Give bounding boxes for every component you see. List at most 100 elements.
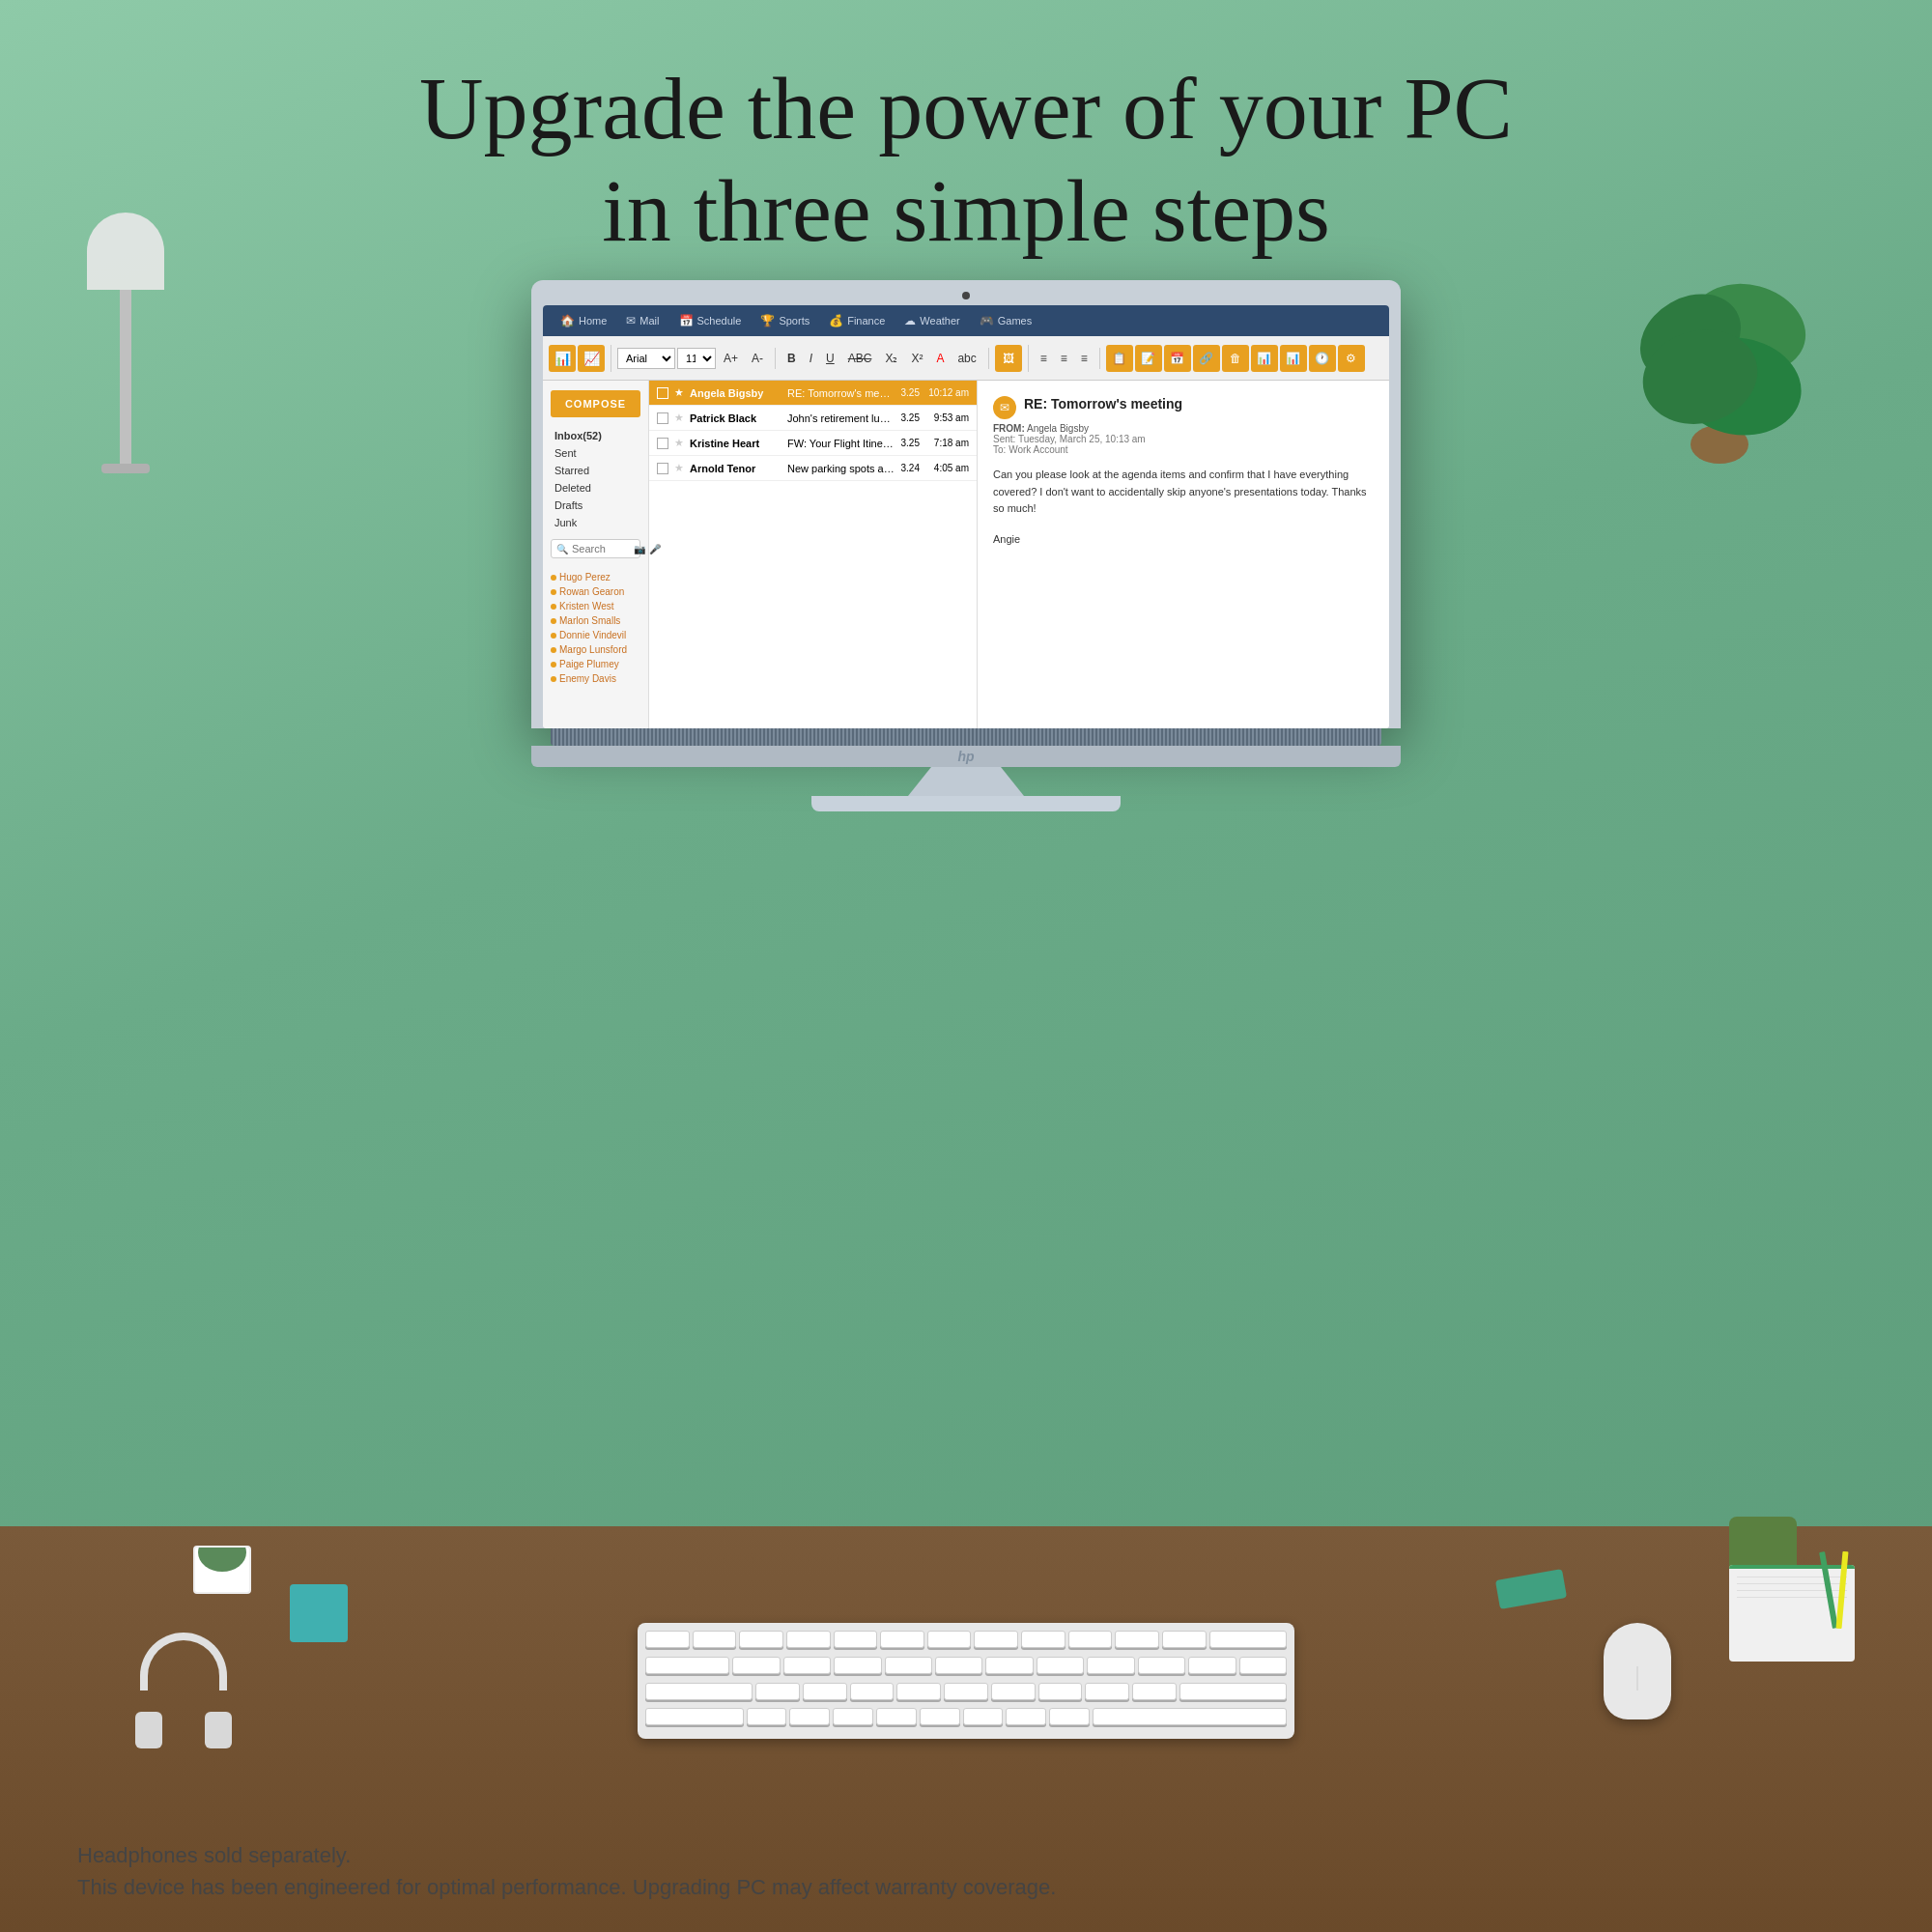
search-input[interactable] (572, 543, 630, 554)
keyboard[interactable] (638, 1623, 1294, 1739)
subscript-button[interactable]: X₂ (879, 348, 903, 369)
contact-hugo-perez[interactable]: Hugo Perez (551, 570, 640, 584)
email-time: 7:18 am (925, 438, 969, 448)
font-grow-button[interactable]: A+ (718, 348, 744, 369)
superscript-button[interactable]: X² (905, 348, 928, 369)
email-detail-header: ✉ RE: Tomorrow's meeting (993, 396, 1374, 419)
delete-button[interactable]: 🗑 (1222, 345, 1249, 372)
line-chart-button[interactable]: 📈 (578, 345, 605, 372)
mail-icon: ✉ (626, 314, 636, 327)
strikethrough-button[interactable]: ABC (842, 348, 878, 369)
email-sender: Patrick Black (690, 412, 781, 424)
nav-item-sports[interactable]: 🏆 Sports (751, 305, 819, 336)
from-label: FROM: (993, 423, 1025, 434)
headline-line1: Upgrade the power of your PC (0, 58, 1932, 160)
email-checkbox[interactable] (657, 387, 668, 399)
key (1049, 1708, 1090, 1725)
font-color-button[interactable]: A (930, 348, 950, 369)
star-icon[interactable]: ★ (674, 386, 684, 399)
contact-name: Hugo Perez (559, 572, 611, 582)
contact-dot (551, 662, 556, 668)
clock-button[interactable]: 🕐 (1309, 345, 1336, 372)
key (1239, 1657, 1287, 1674)
key (1087, 1657, 1134, 1674)
nav-home-label: Home (579, 315, 607, 327)
contact-enemy-davis[interactable]: Enemy Davis (551, 671, 640, 686)
settings-button[interactable]: ⚙ (1338, 345, 1365, 372)
italic-button[interactable]: I (804, 348, 818, 369)
keyboard-keys (638, 1623, 1294, 1739)
finance-icon: 💰 (829, 314, 843, 327)
bar-chart-button[interactable]: 📊 (549, 345, 576, 372)
align-right-button[interactable]: ≡ (1075, 348, 1094, 369)
key (880, 1631, 924, 1648)
nav-item-schedule[interactable]: 📅 Schedule (669, 305, 752, 336)
contact-paige-plumey[interactable]: Paige Plumey (551, 657, 640, 671)
contact-margo-lunsford[interactable]: Margo Lunsford (551, 642, 640, 657)
star-icon[interactable]: ★ (674, 437, 684, 449)
nav-item-games[interactable]: 🎮 Games (970, 305, 1041, 336)
table-button[interactable]: 📋 (1106, 345, 1133, 372)
contact-rowan-gearon[interactable]: Rowan Gearon (551, 584, 640, 599)
sidebar-inbox[interactable]: Inbox(52) (551, 427, 640, 444)
email-row[interactable]: ★ Kristine Heart FW: Your Flight Itinera… (649, 431, 977, 456)
email-body-text: Can you please look at the agenda items … (993, 469, 1367, 514)
sidebar-deleted[interactable]: Deleted (551, 479, 640, 497)
monitor-screen: 🏠 Home ✉ Mail 📅 Schedule 🏆 Sports (543, 305, 1389, 728)
align-center-button[interactable]: ≡ (1055, 348, 1073, 369)
toolbar-align-group: ≡ ≡ ≡ (1035, 348, 1100, 369)
email-row[interactable]: ★ Patrick Black John's retirement lunch … (649, 406, 977, 431)
contact-kristen-west[interactable]: Kristen West (551, 599, 640, 613)
email-checkbox[interactable] (657, 463, 668, 474)
compose-button[interactable]: COMPOSE (551, 390, 640, 417)
email-detail-icon: ✉ (993, 396, 1016, 419)
nav-item-home[interactable]: 🏠 Home (551, 305, 616, 336)
star-icon[interactable]: ★ (674, 462, 684, 474)
contact-dot (551, 633, 556, 639)
sidebar-starred[interactable]: Starred (551, 462, 640, 479)
key (1188, 1657, 1236, 1674)
sidebar-drafts[interactable]: Drafts (551, 497, 640, 514)
nav-item-weather[interactable]: ☁ Weather (895, 305, 969, 336)
email-row[interactable]: ★ Arnold Tenor New parking spots availab… (649, 456, 977, 481)
mouse-divider (1637, 1666, 1638, 1690)
underline-button[interactable]: U (820, 348, 840, 369)
email-subject: FW: Your Flight Itinerary to Newark, NJ (787, 438, 895, 449)
email-checkbox[interactable] (657, 412, 668, 424)
align-left-button[interactable]: ≡ (1035, 348, 1053, 369)
barcode-button[interactable]: 📊 (1280, 345, 1307, 372)
form-button[interactable]: 📝 (1135, 345, 1162, 372)
contact-dot (551, 604, 556, 610)
sidebar-sent[interactable]: Sent (551, 444, 640, 462)
toolbar-format-group: B I U ABC X₂ X² A abc (781, 348, 989, 369)
key (1138, 1657, 1185, 1674)
link-button[interactable]: 🔗 (1193, 345, 1220, 372)
sidebar-junk[interactable]: Junk (551, 514, 640, 531)
key (786, 1631, 831, 1648)
key-enter (1179, 1683, 1287, 1700)
font-shrink-button[interactable]: A- (746, 348, 769, 369)
email-time: 4:05 am (925, 463, 969, 473)
bold-button[interactable]: B (781, 348, 802, 369)
key-row-1 (645, 1631, 1287, 1654)
font-family-select[interactable]: Arial (617, 348, 675, 369)
email-checkbox[interactable] (657, 438, 668, 449)
font-size-select[interactable]: 11 (677, 348, 716, 369)
nav-item-mail[interactable]: ✉ Mail (616, 305, 668, 336)
contact-marlon-smalls[interactable]: Marlon Smalls (551, 613, 640, 628)
key (1085, 1683, 1129, 1700)
contact-donnie-vindevil[interactable]: Donnie Vindevil (551, 628, 640, 642)
email-sender: Arnold Tenor (690, 463, 781, 474)
chart2-button[interactable]: 📊 (1251, 345, 1278, 372)
highlight-button[interactable]: abc (952, 348, 981, 369)
key (974, 1631, 1018, 1648)
email-time: 9:53 am (925, 412, 969, 423)
star-icon[interactable]: ★ (674, 412, 684, 424)
email-row-selected[interactable]: ★ Angela Bigsby RE: Tomorrow's meeting 3… (649, 381, 977, 406)
nav-item-finance[interactable]: 💰 Finance (819, 305, 895, 336)
email-detail-sent: Sent: Tuesday, March 25, 10:13 am (993, 434, 1374, 444)
mouse[interactable] (1604, 1623, 1671, 1719)
calendar-button[interactable]: 📅 (1164, 345, 1191, 372)
picture-button[interactable]: 🖼 (995, 345, 1022, 372)
key-backspace (1209, 1631, 1288, 1648)
